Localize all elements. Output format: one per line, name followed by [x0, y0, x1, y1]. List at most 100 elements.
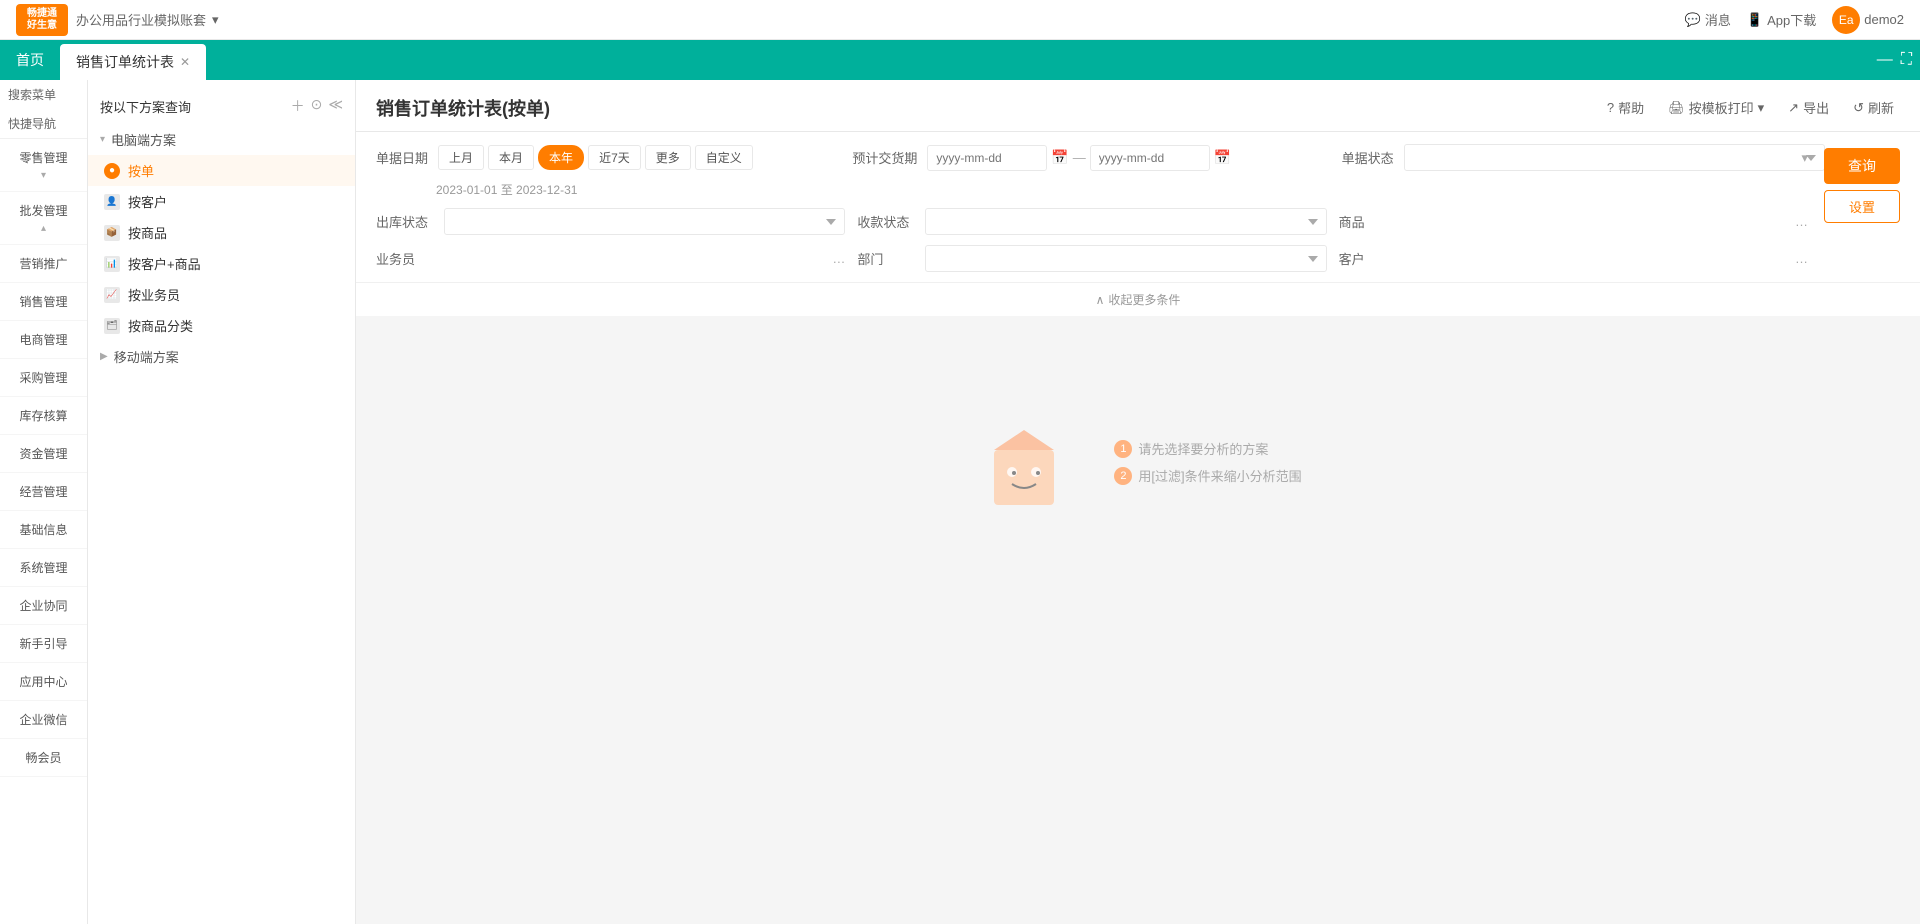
- sidebar-item-ecommerce[interactable]: 电商管理: [0, 321, 87, 359]
- message-icon: 💬: [1685, 12, 1701, 28]
- sidebar-item-app-center[interactable]: 应用中心: [0, 663, 87, 701]
- out-status-select[interactable]: [444, 208, 845, 235]
- tree-desktop-parent[interactable]: ▾ 电脑端方案: [88, 124, 355, 155]
- sidebar-item-system[interactable]: 系统管理: [0, 549, 87, 587]
- empty-tips: 1 请先选择要分析的方案 2 用[过滤]条件来缩小分析范围: [1114, 439, 1301, 493]
- tree-item-by-cust-prod[interactable]: 📊 按客户+商品: [88, 248, 355, 279]
- receipt-status-filter: 收款状态: [857, 208, 1326, 235]
- sidebar-nav-label[interactable]: 快捷导航: [0, 109, 87, 139]
- app-download-label: App下载: [1767, 10, 1816, 29]
- add-icon[interactable]: ＋: [291, 96, 305, 116]
- goods-label: 商品: [1339, 212, 1399, 231]
- tree-item-by-salesperson[interactable]: 📈 按业务员: [88, 279, 355, 310]
- sidebar-item-operations[interactable]: 经营管理: [0, 473, 87, 511]
- receipt-status-select[interactable]: [925, 208, 1326, 235]
- sidebar-item-wholesale[interactable]: 批发管理 ▴: [0, 192, 87, 245]
- sidebar-item-basic[interactable]: 基础信息: [0, 511, 87, 549]
- chevron-down-icon: ▾: [1758, 100, 1765, 116]
- refresh-icon: ↺: [1853, 100, 1864, 116]
- empty-svg: [974, 410, 1074, 520]
- filter-section: 单据日期 上月 本月 本年 近7天 更多 自定义: [356, 132, 1920, 316]
- messages-label: 消息: [1705, 10, 1731, 29]
- goods-more-btn[interactable]: …: [1795, 214, 1808, 229]
- window-controls: — ⛶: [1877, 51, 1912, 69]
- sidebar-item-purchase[interactable]: 采购管理: [0, 359, 87, 397]
- chevron-down-icon[interactable]: ▾: [212, 12, 219, 28]
- salesperson-more-btn[interactable]: …: [832, 251, 845, 266]
- collapse-icon[interactable]: ≪: [328, 96, 343, 116]
- delivery-to-input[interactable]: [1090, 145, 1210, 171]
- tree-item-by-category[interactable]: 🗂 按商品分类: [88, 310, 355, 341]
- tab-sales-order-stats[interactable]: 销售订单统计表 ✕: [60, 44, 206, 80]
- salesperson-filter: 业务员 …: [376, 245, 845, 272]
- refresh-btn[interactable]: ↺ 刷新: [1847, 94, 1900, 121]
- tree-item-by-order[interactable]: ● 按单: [88, 155, 355, 186]
- date-btn-last-7[interactable]: 近7天: [588, 145, 641, 170]
- sidebar-item-newbie[interactable]: 新手引导: [0, 625, 87, 663]
- panel-title: 按以下方案查询: [100, 97, 285, 116]
- date-btn-this-month[interactable]: 本月: [488, 145, 534, 170]
- empty-state: 1 请先选择要分析的方案 2 用[过滤]条件来缩小分析范围: [356, 316, 1920, 616]
- delivery-date-group: 📅 — 📅: [927, 145, 1331, 171]
- bill-status-label: 单据状态: [1342, 148, 1394, 167]
- sidebar-item-inventory[interactable]: 库存核算: [0, 397, 87, 435]
- date-btn-more[interactable]: 更多: [645, 145, 691, 170]
- sidebar-search-label[interactable]: 搜索菜单: [0, 80, 87, 109]
- department-select[interactable]: [925, 245, 1326, 272]
- logo-line1: 畅捷通: [27, 8, 57, 20]
- tree-item-by-product[interactable]: 📦 按商品: [88, 217, 355, 248]
- customer-filter: 客户 …: [1339, 245, 1808, 272]
- date-buttons: 上月 本月 本年 近7天 更多 自定义: [438, 145, 753, 170]
- date-btn-custom[interactable]: 自定义: [695, 145, 753, 170]
- delivery-label: 预计交货期: [852, 148, 917, 167]
- tree-item-by-customer[interactable]: 👤 按客户: [88, 186, 355, 217]
- out-status-filter: 出库状态: [376, 208, 845, 235]
- messages-btn[interactable]: 💬 消息: [1685, 10, 1731, 29]
- sidebar-item-member[interactable]: 畅会员: [0, 739, 87, 777]
- main-content: 销售订单统计表(按单) ? 帮助 🖨 按模板打印 ▾ ↗ 导出: [356, 80, 1920, 924]
- salesperson-label: 业务员: [376, 249, 436, 268]
- customer-more-btn[interactable]: …: [1795, 251, 1808, 266]
- department-filter: 部门: [857, 245, 1326, 272]
- user-menu[interactable]: Ea demo2: [1832, 6, 1904, 34]
- maximize-icon[interactable]: ⛶: [1901, 51, 1912, 69]
- template-print-btn[interactable]: 🖨 按模板打印 ▾: [1662, 94, 1770, 121]
- calendar-icon[interactable]: 📅: [1051, 149, 1068, 166]
- setting-button[interactable]: 设置: [1824, 190, 1900, 223]
- active-bullet: ●: [104, 163, 120, 179]
- export-icon: ↗: [1788, 100, 1799, 116]
- tab-home[interactable]: 首页: [0, 40, 60, 80]
- goods-filter: 商品 …: [1339, 208, 1808, 235]
- date-btn-this-year[interactable]: 本年: [538, 145, 584, 170]
- sidebar-item-finance[interactable]: 资金管理: [0, 435, 87, 473]
- collapse-label: 收起更多条件: [1108, 291, 1180, 308]
- empty-illustration: [974, 410, 1074, 523]
- search-button[interactable]: 查询: [1824, 148, 1900, 184]
- minimize-icon[interactable]: —: [1877, 51, 1893, 69]
- tree-icon: 👤: [104, 194, 120, 210]
- help-btn[interactable]: ? 帮助: [1601, 94, 1650, 121]
- sidebar-item-marketing[interactable]: 营销推广: [0, 245, 87, 283]
- settings-icon[interactable]: ⊙: [311, 96, 323, 116]
- bill-status-select[interactable]: [1404, 144, 1826, 171]
- delivery-from-input[interactable]: [927, 145, 1047, 171]
- sidebar-item-sales[interactable]: 销售管理: [0, 283, 87, 321]
- app-download-btn[interactable]: 📱 App下载: [1747, 10, 1816, 29]
- help-icon: ?: [1607, 100, 1614, 115]
- export-btn[interactable]: ↗ 导出: [1782, 94, 1835, 121]
- calendar-icon-2[interactable]: 📅: [1214, 149, 1231, 166]
- collapse-bar[interactable]: ∧ 收起更多条件: [356, 282, 1920, 316]
- date-btn-last-month[interactable]: 上月: [438, 145, 484, 170]
- top-bar-right: 💬 消息 📱 App下载 Ea demo2: [1685, 6, 1904, 34]
- tip-num-1: 1: [1114, 440, 1132, 458]
- sidebar-item-retail[interactable]: 零售管理 ▾: [0, 139, 87, 192]
- tree-icon: 📊: [104, 256, 120, 272]
- bill-date-filter: 上月 本月 本年 近7天 更多 自定义: [438, 145, 842, 170]
- tab-close-icon[interactable]: ✕: [180, 55, 190, 69]
- chevron-icon: ▴: [41, 223, 46, 234]
- sidebar-item-enterprise[interactable]: 企业协同: [0, 587, 87, 625]
- chevron-icon: ▾: [41, 170, 46, 181]
- sidebar-item-weixin[interactable]: 企业微信: [0, 701, 87, 739]
- tip-num-2: 2: [1114, 467, 1132, 485]
- tree-mobile-parent[interactable]: ▶ 移动端方案: [88, 341, 355, 372]
